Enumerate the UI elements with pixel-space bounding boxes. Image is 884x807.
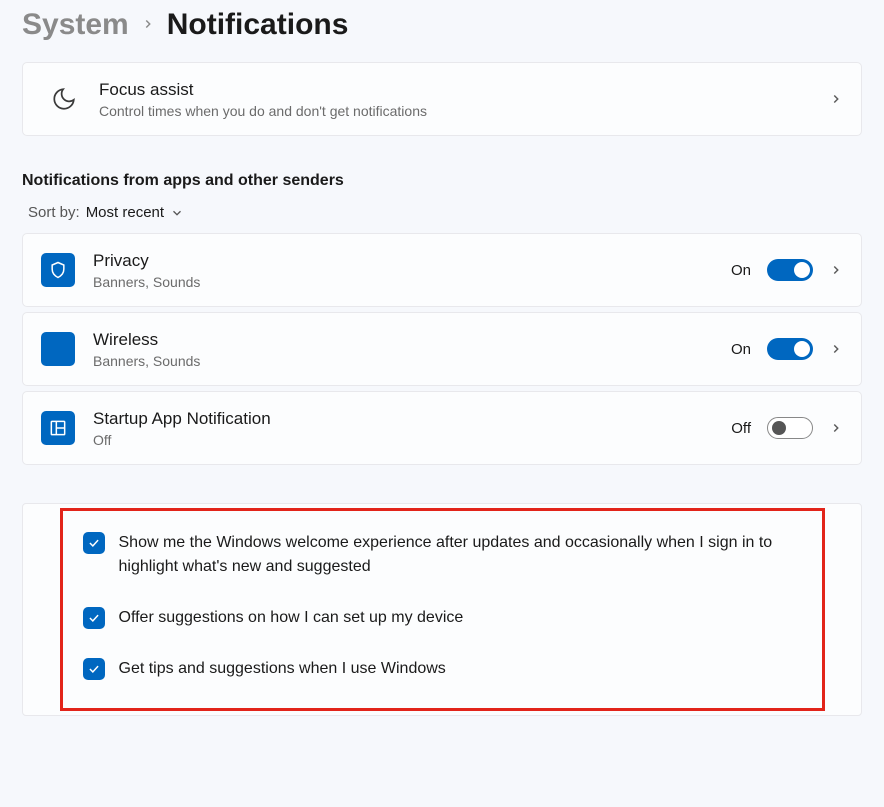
chevron-right-icon	[829, 92, 843, 106]
check-row-setup[interactable]: Offer suggestions on how I can set up my…	[83, 592, 802, 643]
checkbox[interactable]	[83, 607, 105, 629]
expand-indicator	[829, 92, 843, 106]
moon-icon	[47, 86, 81, 112]
toggle-state-label: Off	[731, 420, 751, 437]
focus-assist-subtitle: Control times when you do and don't get …	[99, 103, 811, 119]
section-heading: Notifications from apps and other sender…	[22, 172, 862, 190]
sort-label: Sort by:	[28, 204, 80, 221]
checkbox-label: Get tips and suggestions when I use Wind…	[119, 657, 446, 680]
app-name: Privacy	[93, 250, 713, 272]
chevron-right-icon	[141, 14, 155, 37]
check-row-welcome[interactable]: Show me the Windows welcome experience a…	[83, 517, 802, 591]
grid-icon	[41, 411, 75, 445]
apps-list: Privacy Banners, Sounds On Wireless Bann…	[22, 233, 862, 465]
focus-assist-text: Focus assist Control times when you do a…	[99, 79, 811, 119]
focus-assist-row[interactable]: Focus assist Control times when you do a…	[22, 62, 862, 136]
app-name: Startup App Notification	[93, 408, 713, 430]
breadcrumb-current: Notifications	[167, 8, 349, 42]
breadcrumb-parent[interactable]: System	[22, 8, 129, 42]
checkbox[interactable]	[83, 658, 105, 680]
chevron-down-icon	[170, 206, 184, 220]
app-sub: Banners, Sounds	[93, 274, 713, 290]
highlight-box: Show me the Windows welcome experience a…	[60, 508, 825, 711]
app-row-wireless[interactable]: Wireless Banners, Sounds On	[22, 312, 862, 386]
additional-settings-card: Show me the Windows welcome experience a…	[22, 503, 862, 716]
focus-assist-title: Focus assist	[99, 79, 811, 101]
toggle-switch[interactable]	[767, 259, 813, 281]
toggle-switch[interactable]	[767, 417, 813, 439]
toggle-state-label: On	[731, 341, 751, 358]
toggle-switch[interactable]	[767, 338, 813, 360]
checkbox-label: Offer suggestions on how I can set up my…	[119, 606, 464, 629]
chevron-right-icon	[829, 342, 843, 356]
chevron-right-icon	[829, 421, 843, 435]
app-sub: Banners, Sounds	[93, 353, 713, 369]
app-sub: Off	[93, 432, 713, 448]
check-row-tips[interactable]: Get tips and suggestions when I use Wind…	[83, 643, 802, 694]
shield-icon	[41, 253, 75, 287]
sort-value: Most recent	[86, 204, 164, 221]
breadcrumb: System Notifications	[22, 0, 862, 62]
app-name: Wireless	[93, 329, 713, 351]
checkbox[interactable]	[83, 532, 105, 554]
app-row-privacy[interactable]: Privacy Banners, Sounds On	[22, 233, 862, 307]
app-row-startup[interactable]: Startup App Notification Off Off	[22, 391, 862, 465]
app-icon	[41, 332, 75, 366]
sort-by-dropdown[interactable]: Sort by: Most recent	[22, 204, 862, 221]
toggle-state-label: On	[731, 262, 751, 279]
chevron-right-icon	[829, 263, 843, 277]
checkbox-label: Show me the Windows welcome experience a…	[119, 531, 779, 577]
